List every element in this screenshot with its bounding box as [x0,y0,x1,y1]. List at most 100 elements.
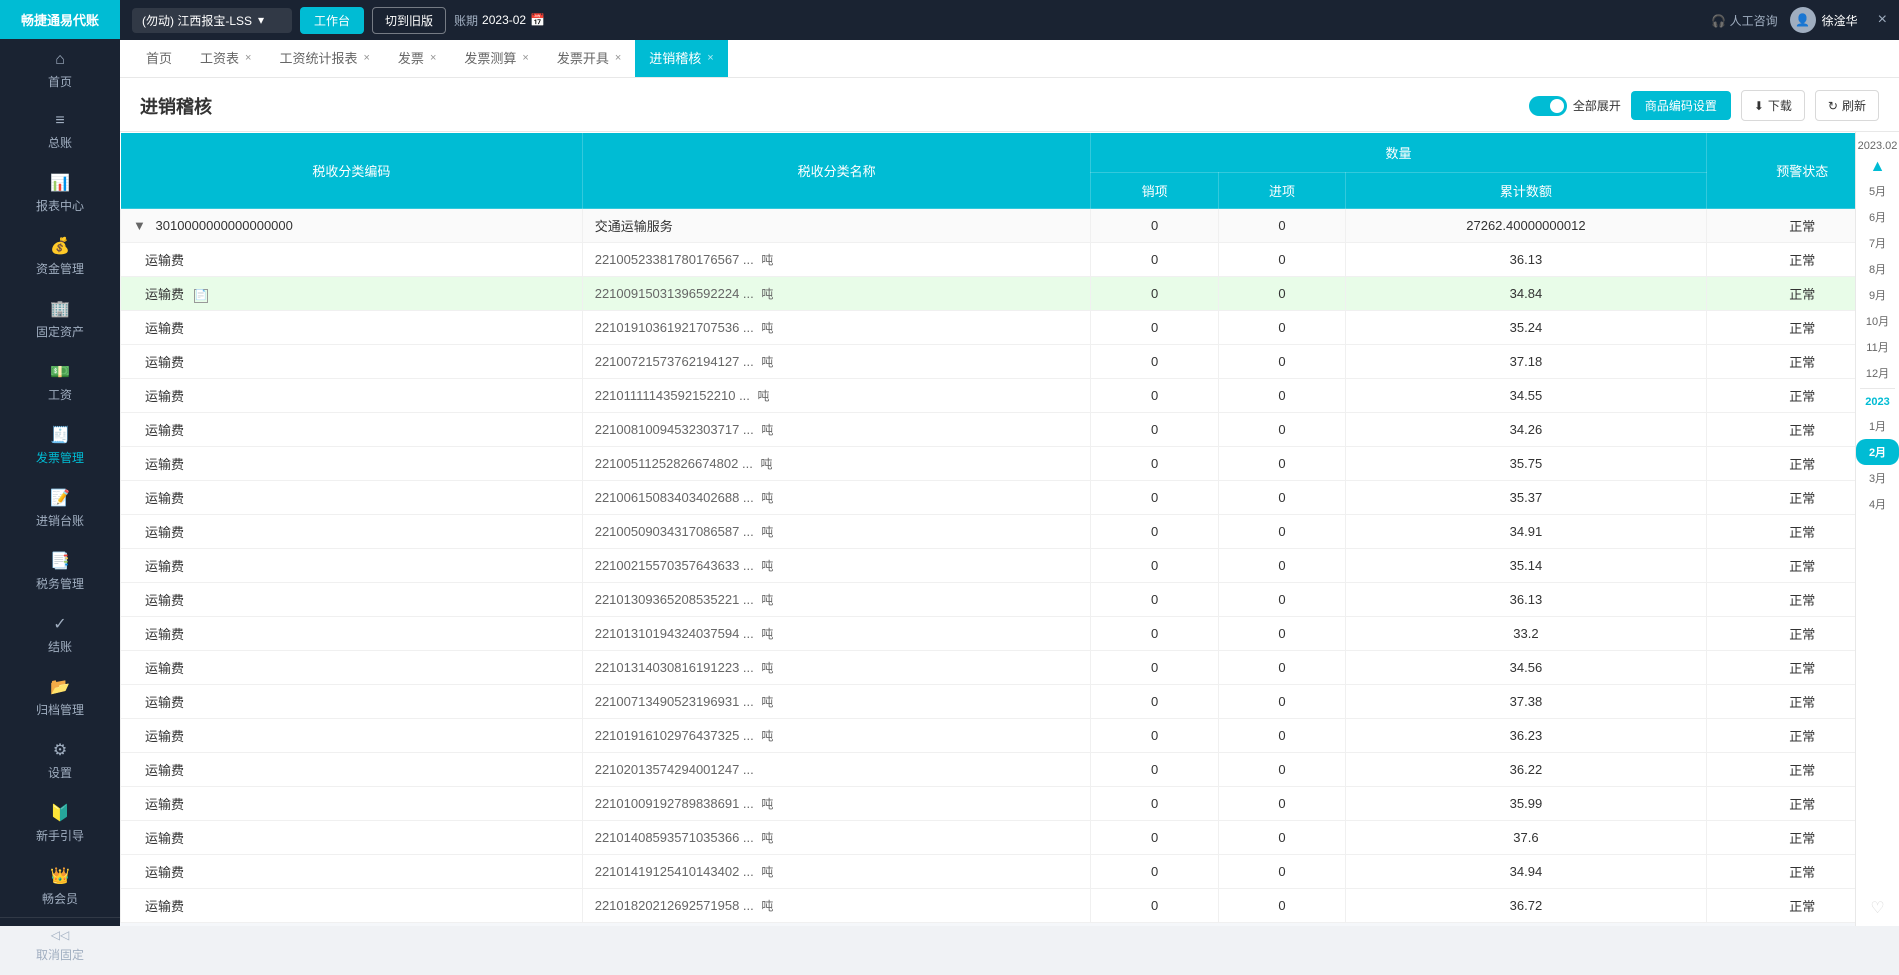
tab-close-icon[interactable]: × [245,52,251,64]
user-menu[interactable]: 👤 徐淦华 [1790,7,1858,33]
table-row[interactable]: 运输费 22100721573762194127 ... 吨 0 0 37.18… [121,345,1899,379]
side-month-7[interactable]: 7月 [1856,230,1899,256]
col-header-purchase: 进项 [1218,173,1345,209]
side-month-11[interactable]: 11月 [1856,334,1899,360]
workspace-button[interactable]: 工作台 [300,7,364,34]
table-row[interactable]: 运输费 22100511252826674802 ... 吨 0 0 35.75… [121,447,1899,481]
table-row[interactable]: 运输费 22101408593571035366 ... 吨 0 0 37.6 … [121,821,1899,855]
table-row[interactable]: 运输费 22101419125410143402 ... 吨 0 0 34.94… [121,855,1899,889]
purchase-cell: 0 [1218,447,1345,481]
sales-cell: 0 [1091,685,1218,719]
download-button[interactable]: ⬇ 下载 [1741,90,1805,121]
table-row[interactable]: 运输费 22100215570357643633 ... 吨 0 0 35.14… [121,549,1899,583]
sales-icon: 📝 [50,488,70,508]
side-year-2023-label: 2023 [1856,391,1899,413]
tab-invoice[interactable]: 发票 × [384,40,450,77]
tab-close-icon[interactable]: × [615,52,621,64]
sidebar-item-label: 资金管理 [36,260,84,277]
company-selector[interactable]: (勿动) 江西报宝-LSS ▾ [132,8,292,33]
sidebar-item-tax[interactable]: 📑 税务管理 [0,539,120,602]
sidebar-item-member[interactable]: 👑 畅会员 [0,854,120,917]
sidebar-item-home[interactable]: ⌂ 首页 [0,39,120,100]
tab-home[interactable]: 首页 [132,40,186,77]
unit-tag: 吨 [761,695,773,709]
tab-close-icon[interactable]: × [363,52,369,64]
home-icon: ⌂ [55,51,65,69]
table-row[interactable]: 运输费 22101009192789838691 ... 吨 0 0 35.99… [121,787,1899,821]
side-month-8[interactable]: 8月 [1856,256,1899,282]
tab-salary-report[interactable]: 工资统计报表 × [265,40,383,77]
item-name-cell: 运输费 [121,821,583,855]
sidebar-item-invoice[interactable]: 🧾 发票管理 [0,413,120,476]
expand-toggle-label: 全部展开 [1573,97,1621,114]
side-month-12[interactable]: 12月 [1856,360,1899,386]
table-row[interactable]: 运输费 22100523381780176567 ... 吨 0 0 36.13… [121,243,1899,277]
col-header-tax-name: 税收分类名称 [582,133,1091,209]
sidebar-item-label: 总账 [48,134,72,151]
tab-close-icon[interactable]: × [707,52,713,64]
side-month-3[interactable]: 3月 [1856,465,1899,491]
table-row[interactable]: 运输费 22100615083403402688 ... 吨 0 0 35.37… [121,481,1899,515]
calendar-icon[interactable]: 📅 [530,13,545,27]
tab-close-icon[interactable]: × [430,52,436,64]
favorite-icon[interactable]: ♡ [1870,898,1884,918]
cumulative-cell: 34.91 [1346,515,1706,549]
sidebar-item-sales[interactable]: 📝 进销台账 [0,476,120,539]
table-row[interactable]: 运输费 22101916102976437325 ... 吨 0 0 36.23… [121,719,1899,753]
tab-invoice-calc[interactable]: 发票测算 × [450,40,542,77]
sidebar-item-capital[interactable]: 💰 资金管理 [0,224,120,287]
sidebar-item-ledger[interactable]: ≡ 总账 [0,100,120,161]
table-row[interactable]: 运输费 22100713490523196931 ... 吨 0 0 37.38… [121,685,1899,719]
sales-cell: 0 [1091,549,1218,583]
sidebar-item-settings[interactable]: ⚙ 设置 [0,728,120,791]
expand-toggle[interactable] [1529,96,1567,116]
refresh-button[interactable]: ↻ 刷新 [1815,90,1879,121]
side-month-9[interactable]: 9月 [1856,282,1899,308]
cumulative-cell: 34.56 [1346,651,1706,685]
invoice-code-value: 22100915031396592224 ... [595,286,754,301]
close-button[interactable]: × [1878,11,1887,29]
invoice-code-value: 22101916102976437325 ... [595,728,754,743]
sidebar-item-salary[interactable]: 💵 工资 [0,350,120,413]
switch-version-button[interactable]: 切到旧版 [372,7,446,34]
sidebar-item-closing[interactable]: ✓ 结账 [0,602,120,665]
table-row[interactable]: 运输费 22101309365208535221 ... 吨 0 0 36.13… [121,583,1899,617]
tab-salary-table[interactable]: 工资表 × [186,40,265,77]
table-row[interactable]: 运输费 22101910361921707536 ... 吨 0 0 35.24… [121,311,1899,345]
sidebar-item-guide[interactable]: 🔰 新手引导 [0,791,120,854]
side-month-2-active[interactable]: 2月 [1856,439,1899,465]
table-row[interactable]: 运输费 22101820212692571958 ... 吨 0 0 36.72… [121,889,1899,923]
invoice-code-value: 22100810094532303717 ... [595,422,754,437]
tab-invoice-issue[interactable]: 发票开具 × [543,40,635,77]
sidebar-item-label: 税务管理 [36,575,84,592]
purchase-cell: 0 [1218,685,1345,719]
tab-sales-reconciliation[interactable]: 进销稽核 × [635,40,727,77]
sales-cell: 0 [1091,311,1218,345]
sales-cell: 0 [1091,787,1218,821]
invoice-code-value: 22100615083403402688 ... [595,490,754,505]
sidebar-item-assets[interactable]: 🏢 固定资产 [0,287,120,350]
purchase-cell: 0 [1218,481,1345,515]
table-row[interactable]: ▼ 3010000000000000000 交通运输服务 0 0 27262.4… [121,209,1899,243]
table-row[interactable]: 运输费 22102013574294001247 ... 0 0 36.22 正… [121,753,1899,787]
settings-icon: ⚙ [53,740,67,760]
side-month-1[interactable]: 1月 [1856,413,1899,439]
support-label[interactable]: 🎧 人工咨询 [1711,12,1777,29]
scroll-up-button[interactable]: ▲ [1868,156,1888,178]
side-month-4[interactable]: 4月 [1856,491,1899,517]
table-row[interactable]: 运输费 22101111143592152210 ... 吨 0 0 34.55… [121,379,1899,413]
side-month-5[interactable]: 5月 [1856,178,1899,204]
sales-cell: 0 [1091,209,1218,243]
table-row[interactable]: 运输费 22100810094532303717 ... 吨 0 0 34.26… [121,413,1899,447]
table-row[interactable]: 运输费 22101310194324037594 ... 吨 0 0 33.2 … [121,617,1899,651]
table-row[interactable]: 运输费 22100509034317086587 ... 吨 0 0 34.91… [121,515,1899,549]
purchase-cell: 0 [1218,311,1345,345]
tab-close-icon[interactable]: × [522,52,528,64]
sidebar-item-reports[interactable]: 📊 报表中心 [0,161,120,224]
side-month-6[interactable]: 6月 [1856,204,1899,230]
table-row[interactable]: 运输费 22101314030816191223 ... 吨 0 0 34.56… [121,651,1899,685]
side-month-10[interactable]: 10月 [1856,308,1899,334]
sidebar-item-archive[interactable]: 📂 归档管理 [0,665,120,728]
table-row[interactable]: 运输费 📄 22100915031396592224 ... 吨 0 0 34.… [121,277,1899,311]
settings-button[interactable]: 商品编码设置 [1631,91,1731,120]
